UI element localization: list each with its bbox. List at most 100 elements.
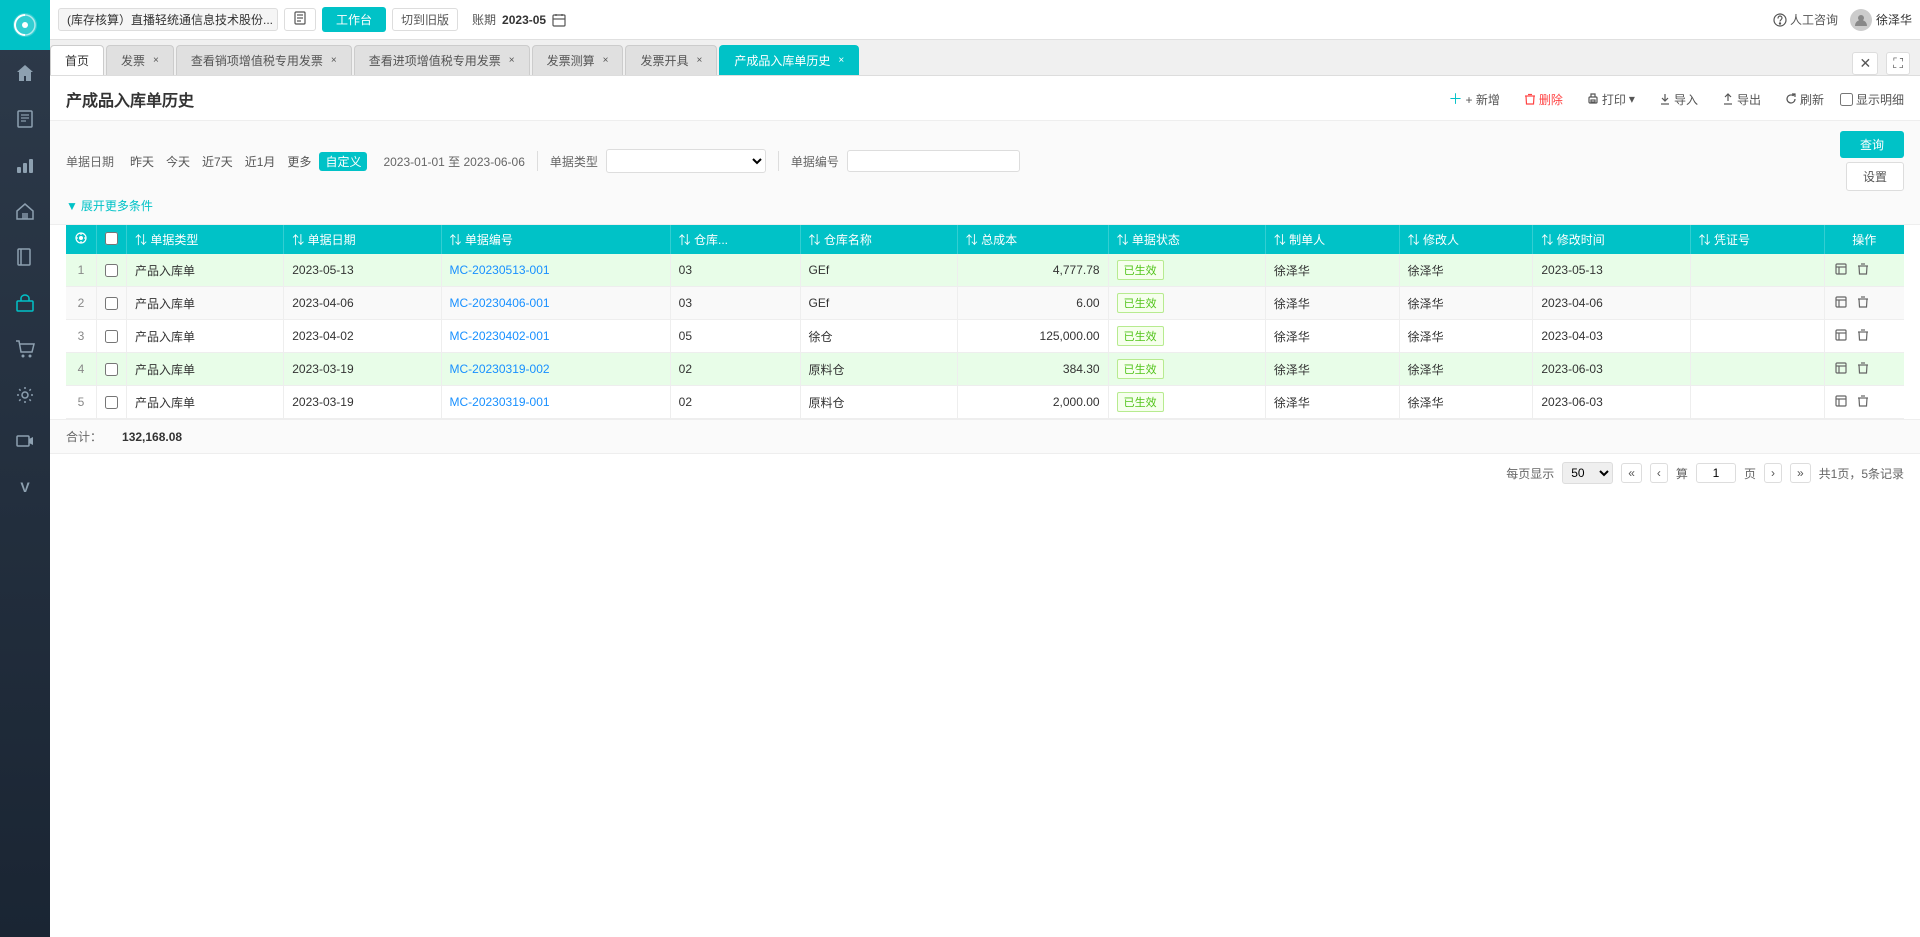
tab-product-in[interactable]: 产成品入库单历史 × (719, 45, 859, 75)
tab-home[interactable]: 首页 (50, 45, 104, 75)
th-creator[interactable]: ⇅ 制单人 (1265, 225, 1399, 254)
row-number[interactable]: MC-20230513-001 (441, 254, 670, 287)
tab-invoice[interactable]: 发票 × (106, 45, 174, 75)
tab-invoice-close[interactable]: × (153, 55, 159, 66)
date-today[interactable]: 今天 (162, 152, 194, 171)
th-settings[interactable] (66, 225, 97, 254)
tab-check-purchase[interactable]: 查看进项增值税专用发票 × (354, 45, 530, 75)
tab-expand-button[interactable]: ⛶ (1886, 52, 1910, 75)
row-checkbox[interactable] (105, 330, 118, 343)
row-checkbox-cell[interactable] (97, 353, 127, 386)
tab-product-in-close[interactable]: × (838, 55, 844, 66)
next-page-button[interactable]: › (1764, 463, 1782, 483)
row-edit-button[interactable] (1833, 327, 1849, 346)
date-7days[interactable]: 近7天 (198, 152, 237, 171)
tab-check-sale-close[interactable]: × (331, 55, 337, 66)
number-filter-input[interactable] (847, 150, 1020, 172)
row-checkbox-cell[interactable] (97, 254, 127, 287)
import-button[interactable]: 导入 (1651, 88, 1706, 111)
sidebar-video-icon[interactable] (0, 418, 50, 464)
sidebar-ledger-icon[interactable] (0, 234, 50, 280)
row-number-link[interactable]: MC-20230406-001 (450, 296, 550, 310)
row-number-link[interactable]: MC-20230513-001 (450, 263, 550, 277)
workbench-button[interactable]: 工作台 (322, 7, 386, 32)
first-page-button[interactable]: « (1621, 463, 1642, 483)
select-all-checkbox[interactable] (105, 232, 118, 245)
display-toggle-checkbox[interactable] (1840, 93, 1853, 106)
logo[interactable] (0, 0, 50, 50)
add-button[interactable]: ＋ + 新增 (1441, 86, 1508, 112)
row-checkbox[interactable] (105, 363, 118, 376)
row-number[interactable]: MC-20230406-001 (441, 287, 670, 320)
row-edit-button[interactable] (1833, 360, 1849, 379)
page-size-select[interactable]: 20 50 100 (1562, 462, 1613, 484)
tab-check-sale[interactable]: 查看销项增值税专用发票 × (176, 45, 352, 75)
last-page-button[interactable]: » (1790, 463, 1811, 483)
tab-open-invoice-close[interactable]: × (696, 55, 702, 66)
date-yesterday[interactable]: 昨天 (126, 152, 158, 171)
row-checkbox-cell[interactable] (97, 287, 127, 320)
th-warehouse-code[interactable]: ⇅ 仓库... (670, 225, 800, 254)
tab-check-purchase-close[interactable]: × (509, 55, 515, 66)
th-date[interactable]: ⇅ 单据日期 (284, 225, 441, 254)
row-number[interactable]: MC-20230319-001 (441, 386, 670, 419)
display-toggle-label[interactable]: 显示明细 (1840, 91, 1904, 108)
page-input[interactable] (1696, 463, 1736, 483)
user-info[interactable]: 徐泽华 (1850, 9, 1912, 31)
th-warehouse-name[interactable]: ⇅ 仓库名称 (800, 225, 957, 254)
row-delete-button[interactable] (1855, 393, 1871, 412)
sidebar-home-icon[interactable] (0, 50, 50, 96)
export-button[interactable]: 导出 (1714, 88, 1769, 111)
prev-page-button[interactable]: ‹ (1650, 463, 1668, 483)
row-edit-button[interactable] (1833, 393, 1849, 412)
row-number-link[interactable]: MC-20230319-002 (450, 362, 550, 376)
th-voucher[interactable]: ⇅ 凭证号 (1690, 225, 1824, 254)
query-button[interactable]: 查询 (1840, 131, 1904, 158)
sidebar-warehouse-icon[interactable] (0, 188, 50, 234)
set-button[interactable]: 设置 (1846, 162, 1904, 191)
tab-calc-invoice[interactable]: 发票测算 × (532, 45, 624, 75)
row-edit-button[interactable] (1833, 294, 1849, 313)
sidebar-settings-icon[interactable] (0, 372, 50, 418)
th-modifier[interactable]: ⇅ 修改人 (1399, 225, 1533, 254)
row-number[interactable]: MC-20230402-001 (441, 320, 670, 353)
tab-close-all-button[interactable]: ✕ (1852, 52, 1878, 75)
row-number[interactable]: MC-20230319-002 (441, 353, 670, 386)
row-checkbox[interactable] (105, 297, 118, 310)
row-number-link[interactable]: MC-20230402-001 (450, 329, 550, 343)
sidebar-production-icon[interactable] (0, 280, 50, 326)
th-type[interactable]: ⇅ 单据类型 (127, 225, 284, 254)
expand-more-button[interactable]: ▼ 展开更多条件 (66, 197, 1904, 214)
row-checkbox[interactable] (105, 396, 118, 409)
refresh-button[interactable]: 刷新 (1777, 88, 1832, 111)
company-selector[interactable]: (库存核算）直播轻统通信息技术股份... ▾ (58, 8, 278, 31)
row-checkbox[interactable] (105, 264, 118, 277)
th-number[interactable]: ⇅ 单据编号 (441, 225, 670, 254)
th-status[interactable]: ⇅ 单据状态 (1108, 225, 1265, 254)
sidebar-version-icon[interactable]: V (0, 464, 50, 510)
doc-button[interactable] (284, 8, 316, 31)
calendar-icon[interactable] (552, 13, 566, 27)
date-custom[interactable]: 自定义 (319, 152, 367, 171)
row-number-link[interactable]: MC-20230319-001 (450, 395, 550, 409)
row-delete-button[interactable] (1855, 261, 1871, 280)
support-button[interactable]: 人工咨询 (1773, 11, 1838, 28)
date-1month[interactable]: 近1月 (241, 152, 280, 171)
row-checkbox-cell[interactable] (97, 320, 127, 353)
row-edit-button[interactable] (1833, 261, 1849, 280)
th-total-cost[interactable]: ⇅ 总成本 (957, 225, 1108, 254)
delete-button[interactable]: 删除 (1516, 88, 1571, 111)
date-more[interactable]: 更多 (283, 152, 315, 171)
sidebar-chart-icon[interactable] (0, 142, 50, 188)
tab-calc-invoice-close[interactable]: × (603, 55, 609, 66)
switch-button[interactable]: 切到旧版 (392, 8, 458, 31)
row-delete-button[interactable] (1855, 360, 1871, 379)
tab-open-invoice[interactable]: 发票开具 × (625, 45, 717, 75)
sidebar-purchase-icon[interactable] (0, 326, 50, 372)
th-checkbox[interactable] (97, 225, 127, 254)
th-modify-time[interactable]: ⇅ 修改时间 (1533, 225, 1690, 254)
print-button[interactable]: 打印 ▾ (1579, 88, 1643, 111)
row-delete-button[interactable] (1855, 294, 1871, 313)
row-checkbox-cell[interactable] (97, 386, 127, 419)
row-delete-button[interactable] (1855, 327, 1871, 346)
